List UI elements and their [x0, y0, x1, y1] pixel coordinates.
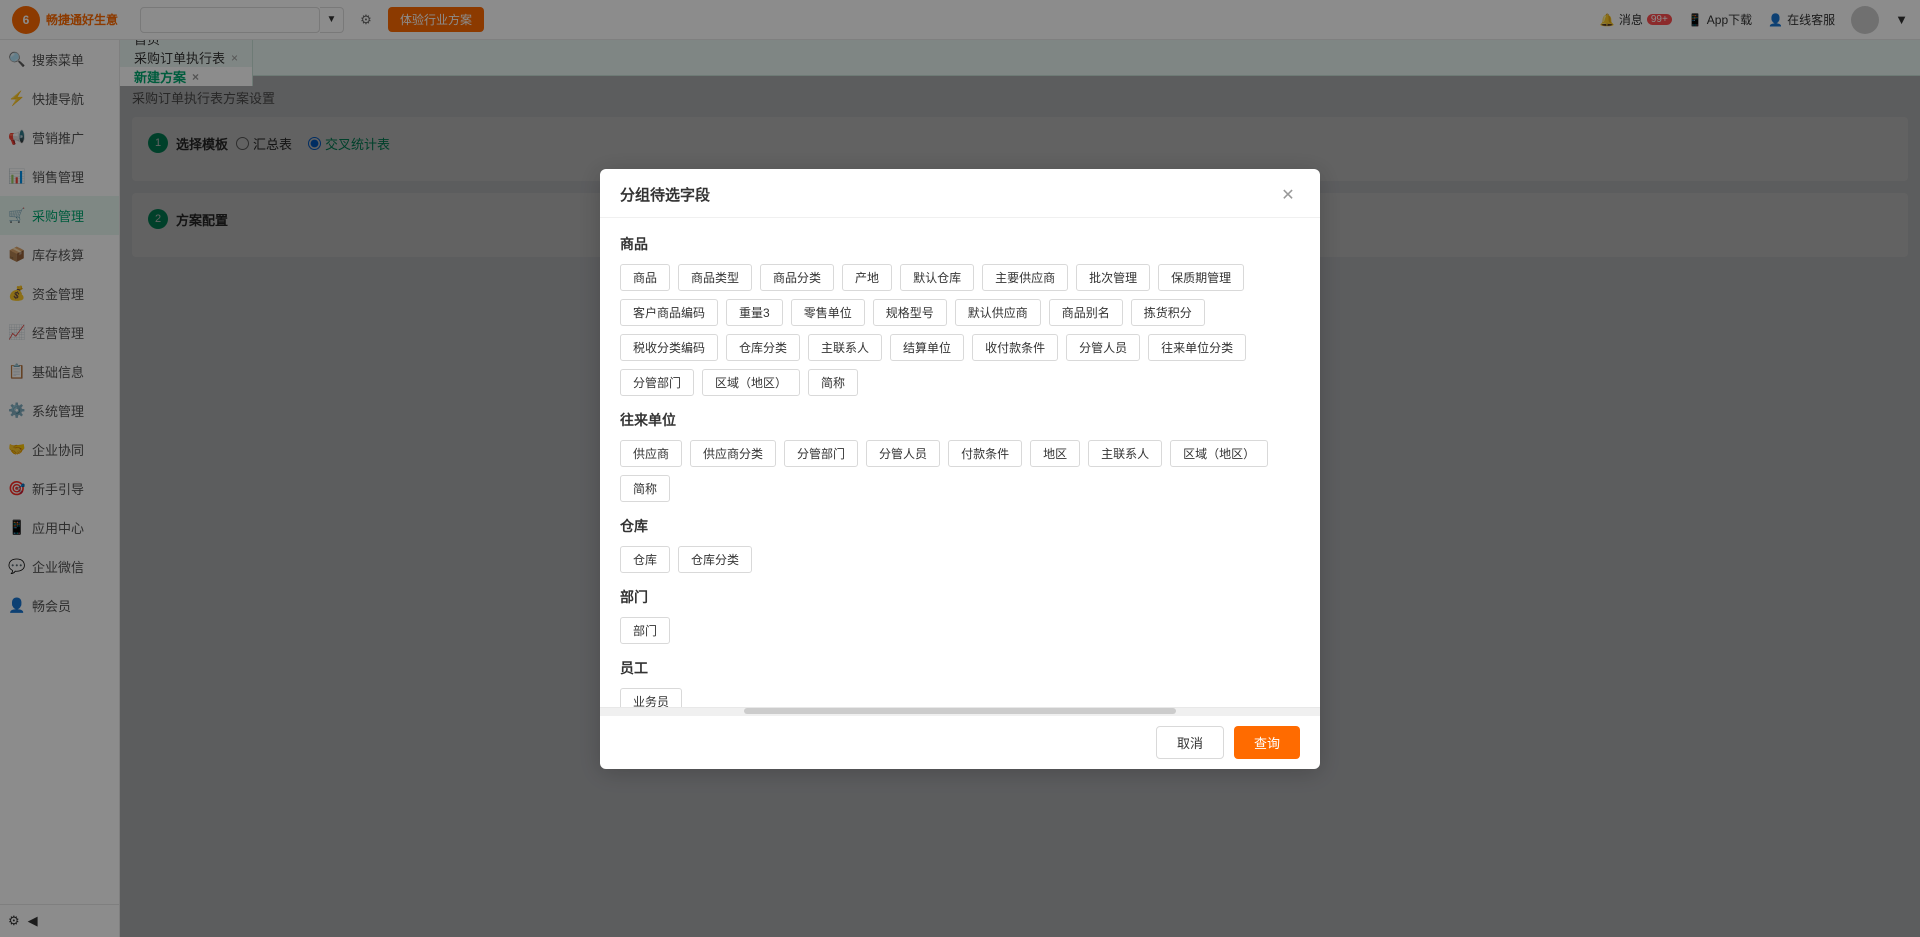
field-tag-0-17[interactable]: 主联系人 [808, 334, 882, 361]
field-tag-0-8[interactable]: 客户商品编码 [620, 299, 718, 326]
field-tags-group-4: 业务员 [620, 688, 1300, 707]
field-tag-1-6[interactable]: 主联系人 [1088, 440, 1162, 467]
field-tag-0-5[interactable]: 主要供应商 [982, 264, 1068, 291]
field-tag-0-6[interactable]: 批次管理 [1076, 264, 1150, 291]
field-tag-1-1[interactable]: 供应商分类 [690, 440, 776, 467]
field-tags-group-0: 商品商品类型商品分类产地默认仓库主要供应商批次管理保质期管理客户商品编码重量3 零… [620, 264, 1300, 396]
confirm-button[interactable]: 查询 [1234, 726, 1300, 759]
field-tag-0-4[interactable]: 默认仓库 [900, 264, 974, 291]
field-tag-0-11[interactable]: 规格型号 [873, 299, 947, 326]
field-tag-1-2[interactable]: 分管部门 [784, 440, 858, 467]
field-tag-0-20[interactable]: 分管人员 [1066, 334, 1140, 361]
field-tag-0-10[interactable]: 零售单位 [791, 299, 865, 326]
modal-body: 商品商品商品类型商品分类产地默认仓库主要供应商批次管理保质期管理客户商品编码重量… [600, 218, 1320, 707]
field-tag-1-4[interactable]: 付款条件 [948, 440, 1022, 467]
field-group-title-3: 部门 [620, 587, 1300, 607]
field-tag-0-16[interactable]: 仓库分类 [726, 334, 800, 361]
field-tag-0-7[interactable]: 保质期管理 [1158, 264, 1244, 291]
modal-footer: 取消 查询 [600, 715, 1320, 769]
field-tag-0-14[interactable]: 拣货积分 [1131, 299, 1205, 326]
field-tags-group-3: 部门 [620, 617, 1300, 644]
field-tag-3-0[interactable]: 部门 [620, 617, 670, 644]
field-tag-1-3[interactable]: 分管人员 [866, 440, 940, 467]
field-tag-0-24[interactable]: 简称 [808, 369, 858, 396]
field-tag-0-2[interactable]: 商品分类 [760, 264, 834, 291]
field-tag-0-21[interactable]: 往来单位分类 [1148, 334, 1246, 361]
field-tag-4-0[interactable]: 业务员 [620, 688, 682, 707]
field-group-title-4: 员工 [620, 658, 1300, 678]
field-tag-2-1[interactable]: 仓库分类 [678, 546, 752, 573]
modal-horizontal-scrollbar[interactable] [600, 707, 1320, 715]
field-tag-0-18[interactable]: 结算单位 [890, 334, 964, 361]
field-tag-0-22[interactable]: 分管部门 [620, 369, 694, 396]
field-tag-0-3[interactable]: 产地 [842, 264, 892, 291]
field-group-title-2: 仓库 [620, 516, 1300, 536]
field-group-title-0: 商品 [620, 234, 1300, 254]
field-tag-0-12[interactable]: 默认供应商 [955, 299, 1041, 326]
field-tag-1-8[interactable]: 简称 [620, 475, 670, 502]
modal-overlay: 分组待选字段 ✕ 商品商品商品类型商品分类产地默认仓库主要供应商批次管理保质期管… [0, 0, 1920, 937]
scrollbar-thumb [744, 708, 1176, 714]
field-tag-1-7[interactable]: 区域（地区） [1170, 440, 1268, 467]
field-tag-0-13[interactable]: 商品别名 [1049, 299, 1123, 326]
modal-dialog: 分组待选字段 ✕ 商品商品商品类型商品分类产地默认仓库主要供应商批次管理保质期管… [600, 169, 1320, 769]
modal-header: 分组待选字段 ✕ [600, 169, 1320, 218]
field-tags-group-1: 供应商供应商分类分管部门分管人员付款条件地区主联系人区域（地区） 简称 [620, 440, 1300, 502]
field-tag-2-0[interactable]: 仓库 [620, 546, 670, 573]
field-tag-0-19[interactable]: 收付款条件 [972, 334, 1058, 361]
field-tag-0-23[interactable]: 区域（地区） [702, 369, 800, 396]
field-tag-0-0[interactable]: 商品 [620, 264, 670, 291]
cancel-button[interactable]: 取消 [1156, 726, 1224, 759]
field-tag-1-5[interactable]: 地区 [1030, 440, 1080, 467]
modal-title: 分组待选字段 [620, 184, 710, 205]
field-tag-1-0[interactable]: 供应商 [620, 440, 682, 467]
field-tag-0-15[interactable]: 税收分类编码 [620, 334, 718, 361]
field-tag-0-9[interactable]: 重量3 [726, 299, 783, 326]
field-tags-group-2: 仓库仓库分类 [620, 546, 1300, 573]
field-group-title-1: 往来单位 [620, 410, 1300, 430]
field-tag-0-1[interactable]: 商品类型 [678, 264, 752, 291]
modal-close-button[interactable]: ✕ [1276, 183, 1300, 207]
